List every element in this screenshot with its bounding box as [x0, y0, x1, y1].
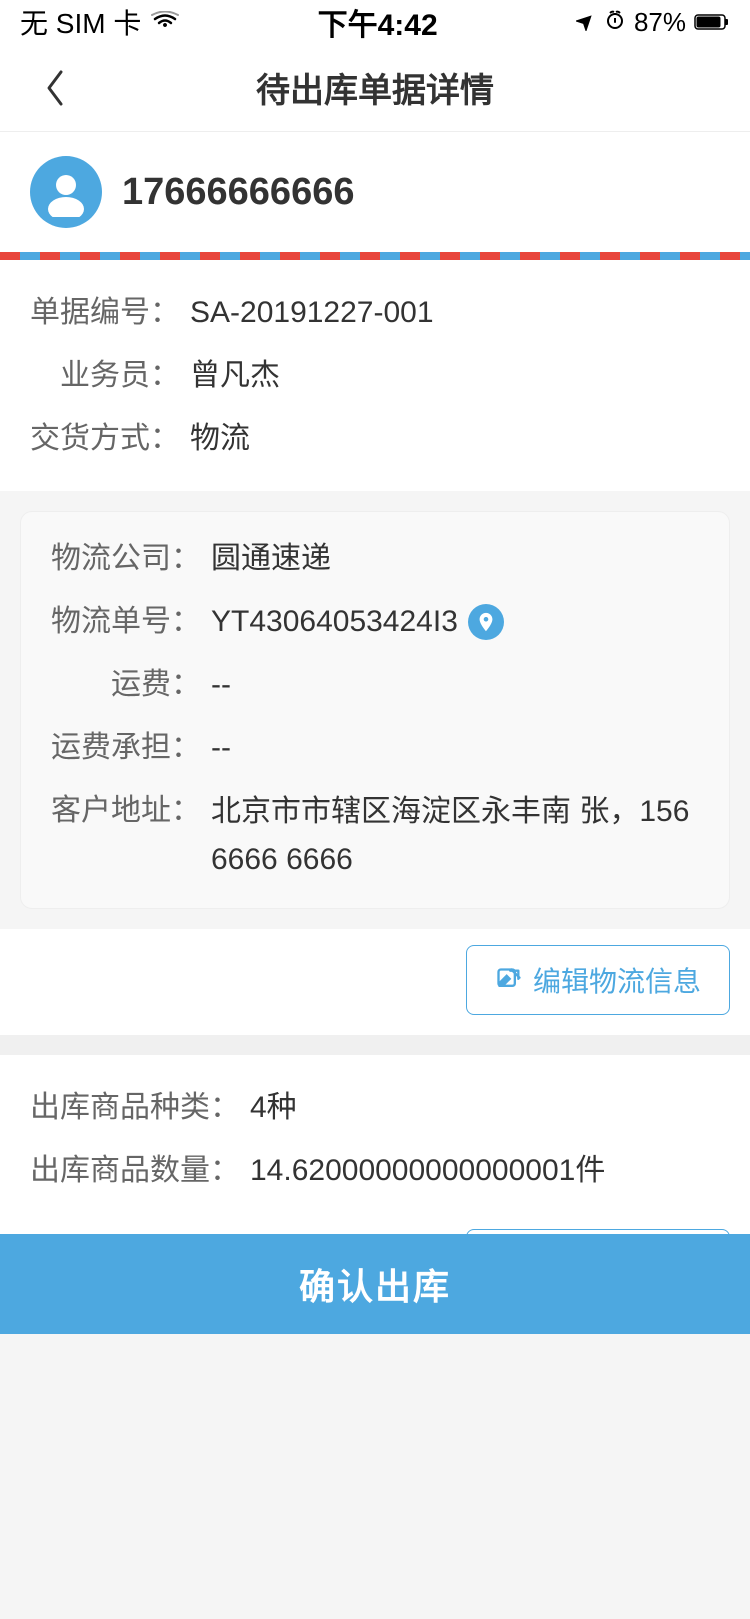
- freight-bearer-value: --: [211, 725, 699, 770]
- customer-header: 17666666666: [0, 132, 750, 252]
- goods-type-row: 出库商品种类： 4种: [30, 1085, 720, 1130]
- avatar: [30, 156, 102, 228]
- freight-value: --: [211, 662, 699, 707]
- customer-phone: 17666666666: [122, 171, 354, 214]
- tracking-number-value: YT43064053424I3: [211, 599, 699, 644]
- document-number-label: 单据编号：: [30, 290, 190, 335]
- logistics-company-value: 圆通速递: [211, 536, 699, 581]
- track-location-button[interactable]: [468, 604, 504, 640]
- battery-icon: [694, 7, 730, 38]
- confirm-outbound-label: 确认出库: [299, 1258, 451, 1310]
- goods-quantity-value: 14.62000000000000001件: [250, 1148, 720, 1193]
- back-button[interactable]: [30, 63, 80, 113]
- dashed-divider: [0, 252, 750, 260]
- freight-bearer-row: 运费承担： --: [51, 725, 699, 770]
- freight-row: 运费： --: [51, 662, 699, 707]
- salesperson-label: 业务员：: [30, 353, 190, 398]
- salesperson-row: 业务员： 曾凡杰: [30, 353, 720, 398]
- goods-quantity-row: 出库商品数量： 14.62000000000000001件: [30, 1148, 720, 1193]
- freight-label: 运费：: [51, 662, 211, 707]
- tracking-number-label: 物流单号：: [51, 599, 211, 644]
- goods-section: 出库商品种类： 4种 出库商品数量： 14.62000000000000001件: [0, 1055, 750, 1213]
- edit-logistics-label: 编辑物流信息: [533, 960, 701, 1000]
- document-number-value: SA-20191227-001: [190, 290, 720, 335]
- freight-bearer-label: 运费承担：: [51, 725, 211, 770]
- status-right: 87%: [576, 7, 730, 38]
- wifi-icon: [151, 6, 179, 38]
- delivery-method-row: 交货方式： 物流: [30, 416, 720, 461]
- document-number-row: 单据编号： SA-20191227-001: [30, 290, 720, 335]
- delivery-method-value: 物流: [190, 416, 720, 461]
- location-status-icon: [576, 7, 596, 38]
- nav-bar: 待出库单据详情: [0, 44, 750, 132]
- gray-divider-1: [0, 1035, 750, 1055]
- page-title: 待出库单据详情: [256, 63, 494, 112]
- goods-quantity-label: 出库商品数量：: [30, 1148, 250, 1193]
- delivery-method-label: 交货方式：: [30, 416, 190, 461]
- edit-button-row: 编辑物流信息: [0, 929, 750, 1035]
- status-bar: 无 SIM 卡 下午4:42: [0, 0, 750, 44]
- address-label: 客户地址：: [51, 788, 211, 833]
- goods-type-value: 4种: [250, 1085, 720, 1130]
- confirm-outbound-button[interactable]: 确认出库: [0, 1234, 750, 1334]
- address-row: 客户地址： 北京市市辖区海淀区永丰南 张，156 6666 6666: [51, 788, 699, 884]
- alarm-icon: [604, 7, 626, 38]
- address-value: 北京市市辖区海淀区永丰南 张，156 6666 6666: [211, 788, 699, 884]
- carrier-label: 无 SIM 卡: [20, 2, 141, 42]
- basic-info-section: 单据编号： SA-20191227-001 业务员： 曾凡杰 交货方式： 物流: [0, 260, 750, 491]
- tracking-number-row: 物流单号： YT43064053424I3: [51, 599, 699, 644]
- logistics-section: 物流公司： 圆通速递 物流单号： YT43064053424I3 运费： -- …: [20, 511, 730, 909]
- edit-logistics-button[interactable]: 编辑物流信息: [466, 945, 730, 1015]
- spacer: [0, 1319, 750, 1519]
- status-time: 下午4:42: [318, 0, 438, 44]
- salesperson-value: 曾凡杰: [190, 353, 720, 398]
- battery-label: 87%: [634, 7, 686, 38]
- logistics-company-label: 物流公司：: [51, 536, 211, 581]
- goods-type-label: 出库商品种类：: [30, 1085, 250, 1130]
- status-left: 无 SIM 卡: [20, 2, 179, 42]
- logistics-company-row: 物流公司： 圆通速递: [51, 536, 699, 581]
